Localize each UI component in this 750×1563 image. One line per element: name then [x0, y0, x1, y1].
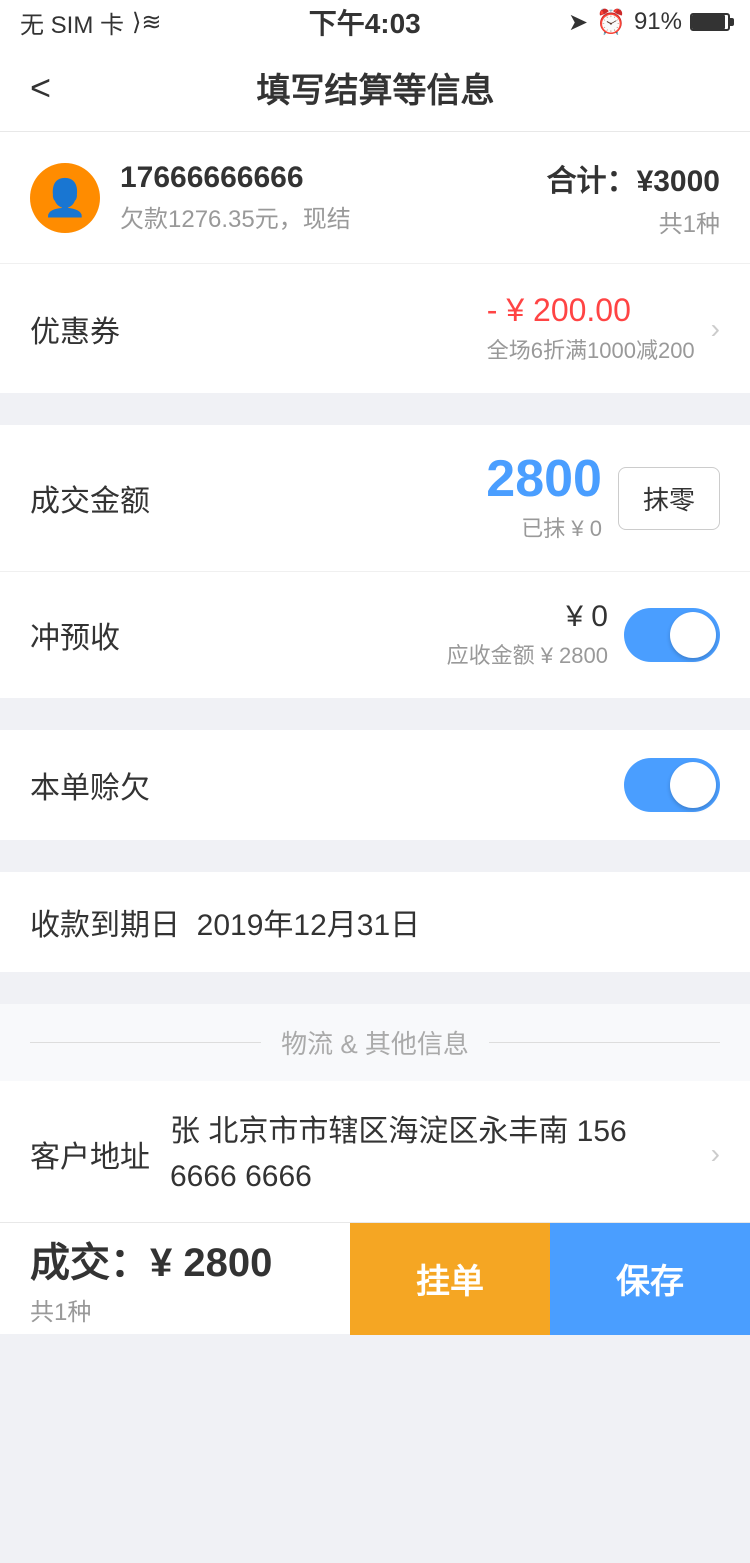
user-card: 👤 17666666666 欠款1276.35元，现结 合计：¥3000 共1种… — [0, 132, 750, 393]
coupon-desc: 全场6折满1000减200 — [487, 333, 695, 365]
address-row[interactable]: 客户地址 张 北京市市辖区海淀区永丰南 156 6666 6666 › — [0, 1081, 750, 1227]
bottom-bar: 成交：¥ 2800 共1种 挂单 保存 — [0, 1222, 750, 1334]
address-arrow-icon: › — [711, 1138, 720, 1170]
deal-card: 成交金额 2800 已抹 ¥ 0 抹零 冲预收 ¥ 0 应收金额 ¥ 2800 — [0, 425, 750, 698]
user-total: 合计：¥3000 共1种 — [547, 156, 720, 239]
round-button[interactable]: 抹零 — [618, 467, 720, 530]
toggle-knob — [670, 612, 716, 658]
status-time: 下午4:03 — [309, 2, 421, 42]
separator-1 — [0, 409, 750, 425]
coupon-arrow-icon: › — [711, 313, 720, 345]
prepay-row: 冲预收 ¥ 0 应收金额 ¥ 2800 — [0, 572, 750, 698]
alarm-icon: ⏰ — [596, 8, 626, 37]
content-area: 👤 17666666666 欠款1276.35元，现结 合计：¥3000 共1种… — [0, 132, 750, 1563]
deal-amount: 2800 — [486, 453, 602, 505]
location-icon: ➤ — [568, 8, 588, 37]
bottom-deal: 成交：¥ 2800 — [30, 1230, 320, 1288]
prepay-label: 冲预收 — [30, 613, 120, 657]
deal-right: 2800 已抹 ¥ 0 抹零 — [486, 453, 720, 543]
avatar-icon: 👤 — [43, 177, 88, 219]
prepay-toggle[interactable] — [624, 608, 720, 662]
wifi-icon: ⟩≋ — [132, 8, 161, 37]
status-right: ➤ ⏰ 91% — [568, 8, 730, 37]
battery-icon — [690, 13, 730, 31]
coupon-amount: - ¥ 200.00 — [487, 292, 695, 329]
logistics-label: 物流 & 其他信息 — [261, 1024, 489, 1061]
coupon-label: 优惠券 — [30, 307, 120, 351]
owe-label: 本单赊欠 — [30, 763, 150, 807]
total-amount: 合计：¥3000 — [547, 156, 720, 200]
owe-toggle[interactable] — [624, 758, 720, 812]
total-count: 共1种 — [547, 204, 720, 239]
prepay-sub: 应收金额 ¥ 2800 — [447, 638, 608, 670]
separator-4 — [0, 988, 750, 1004]
deal-sub: 已抹 ¥ 0 — [486, 511, 602, 543]
address-label: 客户地址 — [30, 1132, 150, 1176]
page-title: 填写结算等信息 — [71, 63, 680, 112]
bottom-info: 成交：¥ 2800 共1种 — [0, 1230, 350, 1327]
logistics-divider: 物流 & 其他信息 — [0, 1004, 750, 1081]
user-info: 17666666666 欠款1276.35元，现结 — [120, 161, 527, 234]
owe-row: 本单赊欠 — [0, 730, 750, 840]
battery-percent: 91% — [634, 8, 682, 36]
hold-button[interactable]: 挂单 — [350, 1223, 550, 1335]
coupon-row[interactable]: 优惠券 - ¥ 200.00 全场6折满1000减200 › — [0, 264, 750, 393]
prepay-info: ¥ 0 应收金额 ¥ 2800 — [447, 600, 608, 670]
bottom-count: 共1种 — [30, 1292, 320, 1327]
owe-toggle-knob — [670, 762, 716, 808]
separator-2 — [0, 714, 750, 730]
date-row: 收款到期日 2019年12月31日 — [0, 872, 750, 972]
prepay-amount: ¥ 0 — [447, 600, 608, 634]
back-button[interactable]: < — [30, 57, 71, 119]
divider-line-left — [30, 1042, 261, 1043]
address-content: 张 北京市市辖区海淀区永丰南 156 6666 6666 — [170, 1109, 701, 1199]
carrier-text: 无 SIM 卡 — [20, 5, 124, 40]
nav-bar: < 填写结算等信息 — [0, 44, 750, 132]
address-card: 客户地址 张 北京市市辖区海淀区永丰南 156 6666 6666 › — [0, 1081, 750, 1227]
coupon-right: - ¥ 200.00 全场6折满1000减200 › — [487, 292, 720, 365]
status-bar: 无 SIM 卡 ⟩≋ 下午4:03 ➤ ⏰ 91% — [0, 0, 750, 44]
deal-label: 成交金额 — [30, 476, 150, 520]
user-debt: 欠款1276.35元，现结 — [120, 199, 527, 234]
prepay-right: ¥ 0 应收金额 ¥ 2800 — [447, 600, 720, 670]
date-content: 收款到期日 2019年12月31日 — [30, 909, 420, 942]
owe-card: 本单赊欠 — [0, 730, 750, 840]
user-phone: 17666666666 — [120, 161, 527, 195]
save-button[interactable]: 保存 — [550, 1223, 750, 1335]
status-left: 无 SIM 卡 ⟩≋ — [20, 5, 162, 40]
separator-3 — [0, 856, 750, 872]
avatar: 👤 — [30, 163, 100, 233]
user-info-row: 👤 17666666666 欠款1276.35元，现结 合计：¥3000 共1种 — [0, 132, 750, 264]
deal-amount-row: 成交金额 2800 已抹 ¥ 0 抹零 — [0, 425, 750, 572]
divider-line-right — [489, 1042, 720, 1043]
date-card: 收款到期日 2019年12月31日 — [0, 872, 750, 972]
